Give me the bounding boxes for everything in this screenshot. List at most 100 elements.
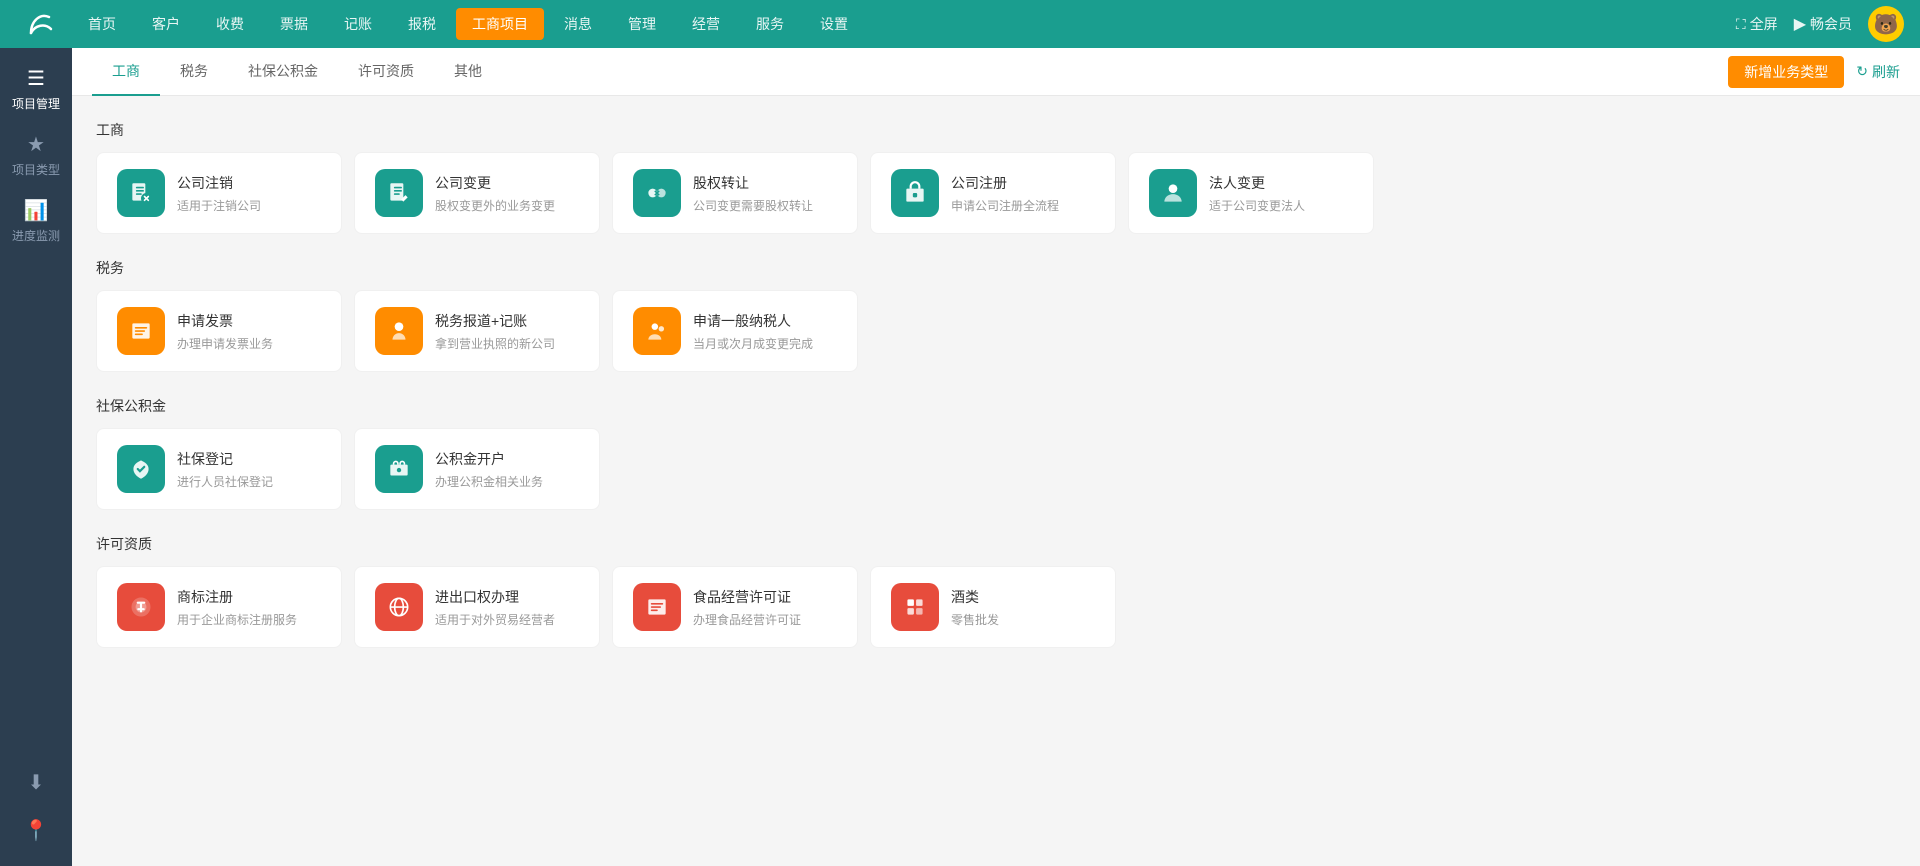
card-text-tax-report: 税务报道+记账 拿到营业执照的新公司: [435, 311, 555, 352]
card-social-insurance[interactable]: 社保登记 进行人员社保登记: [96, 428, 342, 510]
card-icon-company-register: [891, 169, 939, 217]
scroll-content[interactable]: 工商 公司注销 适用于注销公司 公司变更: [72, 96, 1920, 866]
nav-operation[interactable]: 经营: [676, 8, 736, 40]
card-title-tax-report: 税务报道+记账: [435, 311, 555, 331]
cards-grid-gongshang: 公司注销 适用于注销公司 公司变更 股权变更外的业务变更: [96, 152, 1896, 234]
card-desc-import-export: 适用于对外贸易经营者: [435, 611, 555, 628]
card-company-register[interactable]: 公司注册 申请公司注册全流程: [870, 152, 1116, 234]
sidebar-item-progress-monitor[interactable]: 📊 进度监测: [0, 188, 72, 254]
project-type-icon: ★: [27, 132, 45, 157]
fullscreen-button[interactable]: ⛶ 全屏: [1736, 14, 1778, 34]
nav-fee[interactable]: 收费: [200, 8, 260, 40]
tab-shebao[interactable]: 社保公积金: [228, 48, 338, 96]
top-nav-right: ⛶ 全屏 ▶ 畅会员 🐻: [1736, 6, 1904, 42]
card-desc-general-taxpayer: 当月或次月成变更完成: [693, 335, 813, 352]
card-title-import-export: 进出口权办理: [435, 587, 555, 607]
card-legal-person-change[interactable]: 法人变更 适于公司变更法人: [1128, 152, 1374, 234]
card-company-cancel[interactable]: 公司注销 适用于注销公司: [96, 152, 342, 234]
card-title-liquor: 酒类: [951, 587, 999, 607]
tab-shuiwu[interactable]: 税务: [160, 48, 228, 96]
card-equity-transfer[interactable]: 股权转让 公司变更需要股权转让: [612, 152, 858, 234]
nav-settings[interactable]: 设置: [804, 8, 864, 40]
section-title-shuiwu: 税务: [96, 258, 1896, 278]
refresh-label: 刷新: [1872, 62, 1900, 82]
card-import-export[interactable]: 进出口权办理 适用于对外贸易经营者: [354, 566, 600, 648]
nav-bill[interactable]: 票据: [264, 8, 324, 40]
card-title-trademark: 商标注册: [177, 587, 297, 607]
download-icon-button[interactable]: ⬇: [0, 762, 72, 802]
left-sidebar: ☰ 项目管理 ★ 项目类型 📊 进度监测 ⬇ 📍: [0, 48, 72, 866]
card-text-company-register: 公司注册 申请公司注册全流程: [951, 173, 1059, 214]
card-food-license[interactable]: 食品经营许可证 办理食品经营许可证: [612, 566, 858, 648]
sidebar-item-project-type[interactable]: ★ 项目类型: [0, 122, 72, 188]
card-title-equity-transfer: 股权转让: [693, 173, 813, 193]
fullscreen-icon: ⛶: [1736, 16, 1746, 33]
card-title-company-register: 公司注册: [951, 173, 1059, 193]
vip-icon: ▶: [1794, 14, 1806, 34]
section-title-gongshang: 工商: [96, 120, 1896, 140]
card-invoice-apply[interactable]: 申请发票 办理申请发票业务: [96, 290, 342, 372]
sidebar-label-project-management: 项目管理: [12, 95, 60, 112]
nav-manage[interactable]: 管理: [612, 8, 672, 40]
section-title-shebao: 社保公积金: [96, 396, 1896, 416]
card-icon-import-export: [375, 583, 423, 631]
card-text-invoice-apply: 申请发票 办理申请发票业务: [177, 311, 273, 352]
card-text-trademark: 商标注册 用于企业商标注册服务: [177, 587, 297, 628]
card-title-social-insurance: 社保登记: [177, 449, 273, 469]
nav-menu: 首页 客户 收费 票据 记账 报税 工商项目 消息 管理 经营 服务 设置: [72, 8, 1736, 40]
card-company-change[interactable]: 公司变更 股权变更外的业务变更: [354, 152, 600, 234]
add-type-button[interactable]: 新增业务类型: [1728, 56, 1844, 88]
sidebar-item-project-management[interactable]: ☰ 项目管理: [0, 56, 72, 122]
sidebar-label-project-type: 项目类型: [12, 161, 60, 178]
card-desc-food-license: 办理食品经营许可证: [693, 611, 801, 628]
card-desc-legal-person-change: 适于公司变更法人: [1209, 197, 1305, 214]
tab-gongshang[interactable]: 工商: [92, 48, 160, 96]
refresh-icon: ↻: [1856, 63, 1868, 80]
content-area: 工商 税务 社保公积金 许可资质 其他 新增业务类型 ↻ 刷新 工商: [72, 48, 1920, 866]
project-management-icon: ☰: [27, 66, 45, 91]
sidebar-label-progress-monitor: 进度监测: [12, 227, 60, 244]
vip-label: 畅会员: [1810, 14, 1852, 34]
refresh-button[interactable]: ↻ 刷新: [1856, 62, 1900, 82]
card-desc-housing-fund: 办理公积金相关业务: [435, 473, 543, 490]
vip-button[interactable]: ▶ 畅会员: [1794, 14, 1852, 34]
card-housing-fund[interactable]: 公积金开户 办理公积金相关业务: [354, 428, 600, 510]
card-icon-general-taxpayer: [633, 307, 681, 355]
card-icon-legal-person-change: [1149, 169, 1197, 217]
card-icon-food-license: [633, 583, 681, 631]
tab-xuke[interactable]: 许可资质: [338, 48, 434, 96]
card-tax-report[interactable]: 税务报道+记账 拿到营业执照的新公司: [354, 290, 600, 372]
nav-message[interactable]: 消息: [548, 8, 608, 40]
card-icon-invoice-apply: [117, 307, 165, 355]
card-text-legal-person-change: 法人变更 适于公司变更法人: [1209, 173, 1305, 214]
nav-home[interactable]: 首页: [72, 8, 132, 40]
card-title-company-cancel: 公司注销: [177, 173, 261, 193]
nav-customer[interactable]: 客户: [136, 8, 196, 40]
card-title-invoice-apply: 申请发票: [177, 311, 273, 331]
card-desc-trademark: 用于企业商标注册服务: [177, 611, 297, 628]
card-icon-tax-report: [375, 307, 423, 355]
nav-business[interactable]: 工商项目: [456, 8, 544, 40]
card-trademark[interactable]: 商标注册 用于企业商标注册服务: [96, 566, 342, 648]
progress-monitor-icon: 📊: [24, 198, 49, 223]
card-text-housing-fund: 公积金开户 办理公积金相关业务: [435, 449, 543, 490]
card-text-import-export: 进出口权办理 适用于对外贸易经营者: [435, 587, 555, 628]
card-title-food-license: 食品经营许可证: [693, 587, 801, 607]
top-navigation: 首页 客户 收费 票据 记账 报税 工商项目 消息 管理 经营 服务 设置 ⛶ …: [0, 0, 1920, 48]
card-icon-liquor: [891, 583, 939, 631]
card-title-housing-fund: 公积金开户: [435, 449, 543, 469]
tab-bar: 工商 税务 社保公积金 许可资质 其他 新增业务类型 ↻ 刷新: [72, 48, 1920, 96]
card-liquor[interactable]: 酒类 零售批发: [870, 566, 1116, 648]
nav-tax[interactable]: 报税: [392, 8, 452, 40]
tab-other[interactable]: 其他: [434, 48, 502, 96]
location-icon-button[interactable]: 📍: [0, 810, 72, 850]
card-text-company-cancel: 公司注销 适用于注销公司: [177, 173, 261, 214]
nav-accounting[interactable]: 记账: [328, 8, 388, 40]
card-icon-social-insurance: [117, 445, 165, 493]
card-general-taxpayer[interactable]: 申请一般纳税人 当月或次月成变更完成: [612, 290, 858, 372]
card-text-food-license: 食品经营许可证 办理食品经营许可证: [693, 587, 801, 628]
nav-service[interactable]: 服务: [740, 8, 800, 40]
card-text-equity-transfer: 股权转让 公司变更需要股权转让: [693, 173, 813, 214]
card-title-legal-person-change: 法人变更: [1209, 173, 1305, 193]
card-text-liquor: 酒类 零售批发: [951, 587, 999, 628]
